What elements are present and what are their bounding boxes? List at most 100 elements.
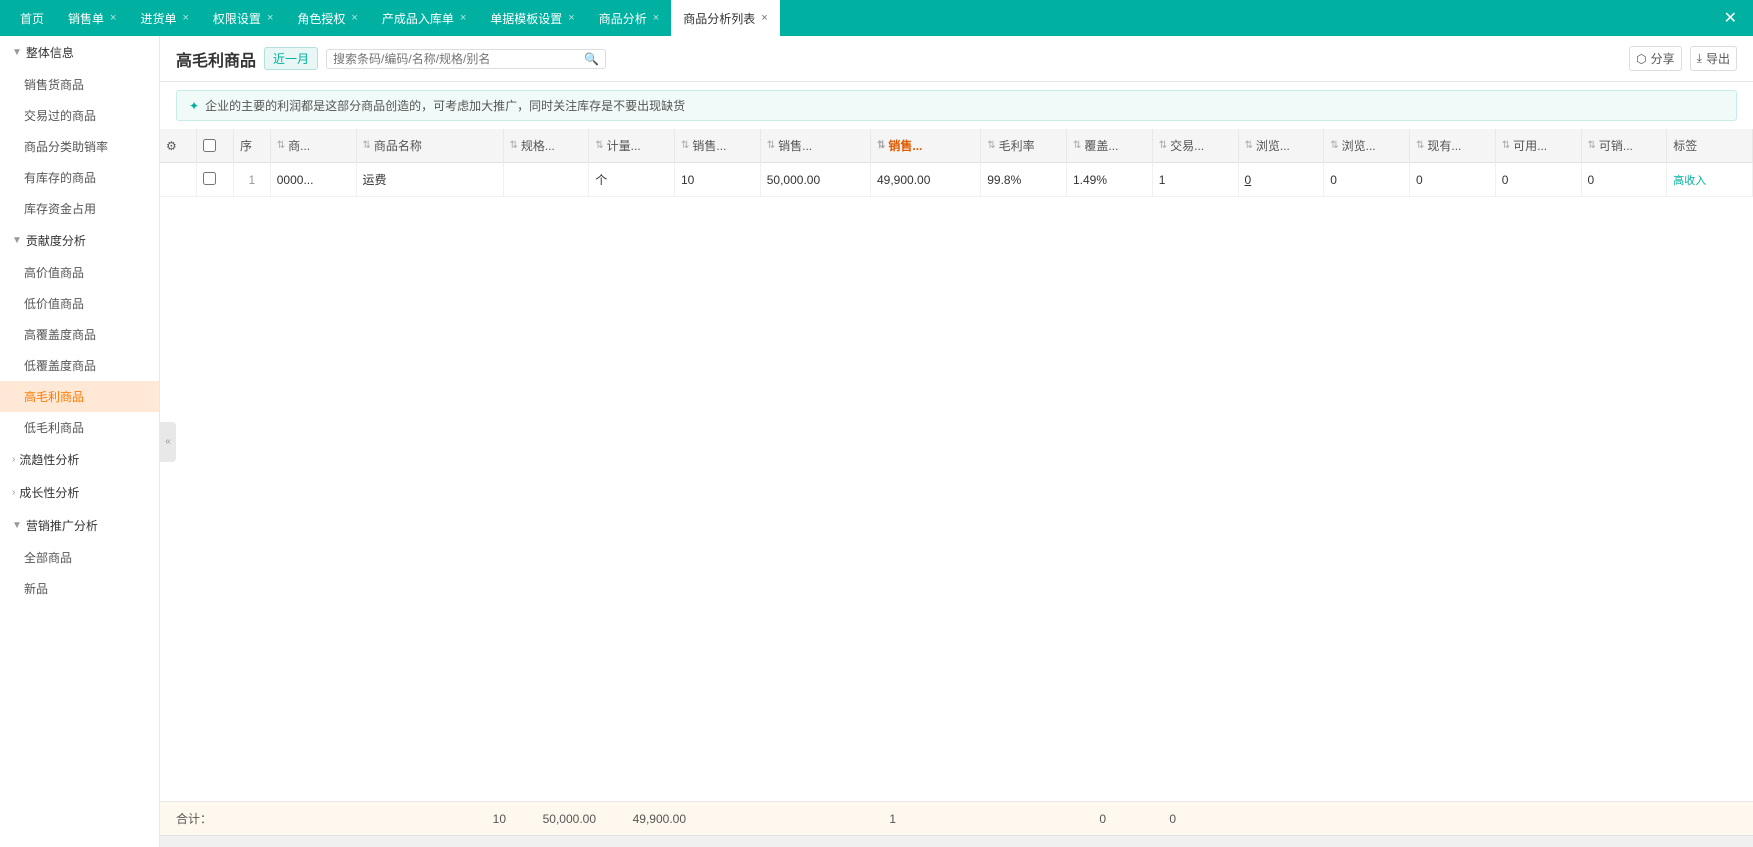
table-container[interactable]: ⚙ 序 ⇅商... ⇅商品名称: [160, 129, 1753, 801]
footer-cells: 10 50,000.00 49,900.00 1 0 0: [272, 812, 1182, 826]
th-available-stock[interactable]: ⇅可用...: [1495, 129, 1581, 163]
close-icon[interactable]: ×: [267, 12, 273, 24]
nav-purchase-order[interactable]: 进货单 ×: [128, 0, 200, 36]
content-area: « 高毛利商品 近一月 🔍 ⬡ 分享 ⤓ 导出 ✦ 企: [160, 36, 1753, 847]
td-sales-amount: 50,000.00: [760, 163, 870, 197]
nav-product-analysis[interactable]: 商品分析 ×: [587, 0, 671, 36]
sidebar-item-high-margin[interactable]: 高毛利商品: [0, 381, 159, 412]
nav-permission-settings[interactable]: 权限设置 ×: [201, 0, 285, 36]
nav-product-analysis-list[interactable]: 商品分析列表 ×: [671, 0, 779, 36]
td-current-stock: 0: [1410, 163, 1496, 197]
th-unit[interactable]: ⇅计量...: [589, 129, 675, 163]
expand-arrow-icon: ›: [12, 487, 15, 498]
nav-product-inbound[interactable]: 产成品入库单 ×: [370, 0, 478, 36]
td-settings: [160, 163, 197, 197]
th-spec[interactable]: ⇅规格...: [503, 129, 589, 163]
footer-empty2: [902, 812, 1042, 826]
sidebar-item-inventory-capital[interactable]: 库存资金占用: [0, 193, 159, 224]
info-icon: ✦: [189, 99, 199, 113]
sidebar-item-low-coverage[interactable]: 低覆盖度商品: [0, 350, 159, 381]
th-current-stock[interactable]: ⇅现有...: [1410, 129, 1496, 163]
td-checkbox[interactable]: [197, 163, 234, 197]
td-sales-count: 10: [675, 163, 761, 197]
td-transactions: 1: [1152, 163, 1238, 197]
nav-sales-order[interactable]: 销售单 ×: [56, 0, 128, 36]
horizontal-scrollbar[interactable]: [160, 835, 1753, 847]
nav-template-settings[interactable]: 单据模板设置 ×: [478, 0, 586, 36]
close-icon[interactable]: ×: [182, 12, 188, 24]
page-title: 高毛利商品: [176, 47, 256, 71]
footer-sales-amount: 50,000.00: [512, 812, 602, 826]
search-input[interactable]: [333, 52, 584, 66]
th-views1[interactable]: ⇅浏览...: [1238, 129, 1324, 163]
export-icon: ⤓: [1697, 51, 1702, 66]
sidebar-item-new-goods[interactable]: 新品: [0, 573, 159, 604]
footer-current-stock: 0: [1042, 812, 1112, 826]
close-icon[interactable]: ×: [653, 12, 659, 24]
td-tag: 高收入: [1667, 163, 1753, 197]
footer-totals: 合计： 10 50,000.00 49,900.00 1 0 0: [160, 801, 1753, 835]
sidebar-item-high-value[interactable]: 高价值商品: [0, 257, 159, 288]
sidebar-item-traded-goods[interactable]: 交易过的商品: [0, 100, 159, 131]
td-sales-profit: 49,900.00: [871, 163, 981, 197]
select-all-checkbox[interactable]: [203, 139, 216, 152]
search-icon[interactable]: 🔍: [584, 52, 599, 66]
row-checkbox[interactable]: [203, 172, 216, 185]
main-layout: ▼ 整体信息 销售货商品 交易过的商品 商品分类助销率 有库存的商品 库存资金占…: [0, 36, 1753, 847]
sidebar-item-high-coverage[interactable]: 高覆盖度商品: [0, 319, 159, 350]
td-coverage: 1.49%: [1067, 163, 1153, 197]
th-transactions[interactable]: ⇅交易...: [1152, 129, 1238, 163]
footer-available-stock: 0: [1112, 812, 1182, 826]
sidebar-item-all-goods[interactable]: 全部商品: [0, 542, 159, 573]
sidebar-group-trend[interactable]: › 流趋性分析: [0, 443, 159, 476]
td-name: 运费: [356, 163, 503, 197]
close-icon[interactable]: ×: [568, 12, 574, 24]
th-code[interactable]: ⇅商...: [270, 129, 356, 163]
expand-arrow-icon: ▼: [12, 520, 22, 531]
close-icon[interactable]: ×: [761, 12, 767, 24]
share-button[interactable]: ⬡ 分享: [1629, 46, 1682, 71]
td-available-stock: 0: [1495, 163, 1581, 197]
window-close-button[interactable]: ✕: [1716, 8, 1745, 28]
th-sales-amount[interactable]: ⇅销售...: [760, 129, 870, 163]
sidebar: ▼ 整体信息 销售货商品 交易过的商品 商品分类助销率 有库存的商品 库存资金占…: [0, 36, 160, 847]
nav-role-auth[interactable]: 角色授权 ×: [285, 0, 369, 36]
th-tag[interactable]: 标签: [1667, 129, 1753, 163]
sidebar-group-growth[interactable]: › 成长性分析: [0, 476, 159, 509]
sidebar-item-low-value[interactable]: 低价值商品: [0, 288, 159, 319]
th-gross-margin[interactable]: ⇅毛利率: [981, 129, 1067, 163]
sidebar-group-overall[interactable]: ▼ 整体信息: [0, 36, 159, 69]
th-name[interactable]: ⇅商品名称: [356, 129, 503, 163]
th-sales-count[interactable]: ⇅销售...: [675, 129, 761, 163]
sidebar-item-in-stock-goods[interactable]: 有库存的商品: [0, 162, 159, 193]
sidebar-item-category-sales-rate[interactable]: 商品分类助销率: [0, 131, 159, 162]
sidebar-collapse-button[interactable]: «: [160, 422, 176, 462]
export-button[interactable]: ⤓ 导出: [1690, 46, 1737, 71]
td-spec: [503, 163, 589, 197]
th-checkbox[interactable]: [197, 129, 234, 163]
sidebar-item-low-margin[interactable]: 低毛利商品: [0, 412, 159, 443]
nav-home[interactable]: 首页: [8, 0, 56, 36]
close-icon[interactable]: ×: [460, 12, 466, 24]
info-banner: ✦ 企业的主要的利润都是这部分商品创造的，可考虑加大推广，同时关注库存是不要出现…: [176, 90, 1737, 121]
sidebar-item-sales-goods[interactable]: 销售货商品: [0, 69, 159, 100]
sidebar-group-contribution[interactable]: ▼ 贡献度分析: [0, 224, 159, 257]
th-views2[interactable]: ⇅浏览...: [1324, 129, 1410, 163]
td-views1[interactable]: 0: [1238, 163, 1324, 197]
expand-arrow-icon: ›: [12, 454, 15, 465]
close-icon[interactable]: ×: [351, 12, 357, 24]
th-coverage[interactable]: ⇅覆盖...: [1067, 129, 1153, 163]
th-sellable-stock[interactable]: ⇅可销...: [1581, 129, 1667, 163]
filter-period-button[interactable]: 近一月: [264, 47, 318, 70]
td-views2: 0: [1324, 163, 1410, 197]
sidebar-group-marketing[interactable]: ▼ 营销推广分析: [0, 509, 159, 542]
total-label: 合计：: [176, 810, 212, 827]
th-sales-profit[interactable]: ⇅销售...: [871, 129, 981, 163]
close-icon[interactable]: ×: [110, 12, 116, 24]
td-sellable-stock: 0: [1581, 163, 1667, 197]
table-header-row: ⚙ 序 ⇅商... ⇅商品名称: [160, 129, 1753, 163]
footer-transactions: 1: [832, 812, 902, 826]
th-settings[interactable]: ⚙: [160, 129, 197, 163]
footer-empty1: [692, 812, 832, 826]
td-index: 1: [234, 163, 271, 197]
